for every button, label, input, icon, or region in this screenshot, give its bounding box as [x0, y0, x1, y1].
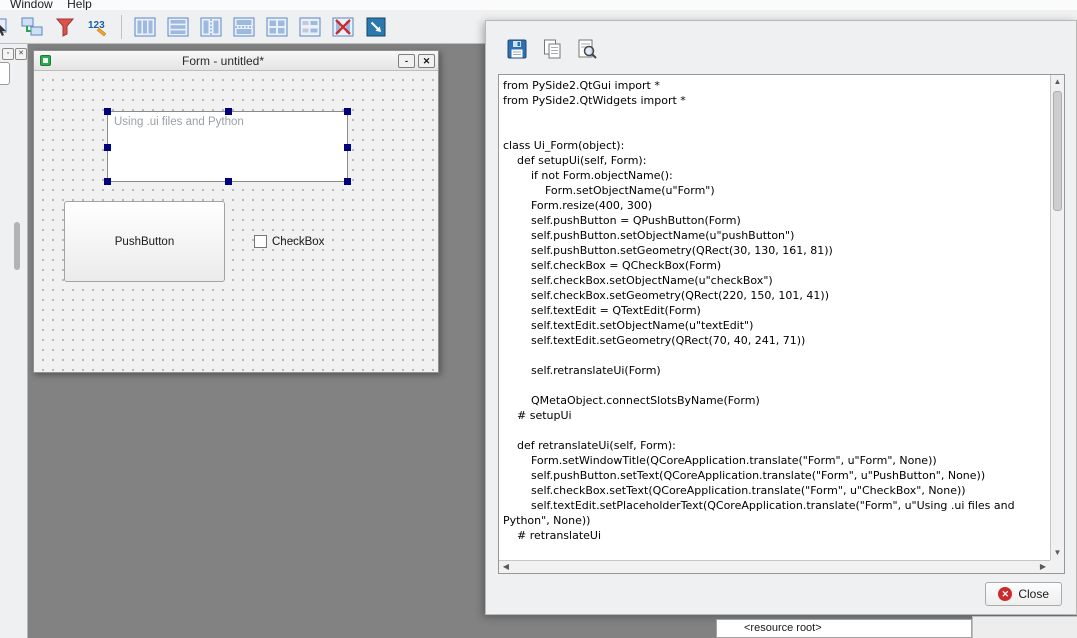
edit-buddies-icon	[53, 15, 77, 39]
python-code-text[interactable]: from PySide2.QtGui import * from PySide2…	[499, 75, 1050, 560]
layout-vertical-button[interactable]	[165, 14, 191, 40]
layout-grid-icon	[265, 15, 289, 39]
layout-grid-button[interactable]	[264, 14, 290, 40]
selection-handle[interactable]	[104, 144, 111, 151]
selection-handle[interactable]	[225, 178, 232, 185]
selection-handle[interactable]	[104, 108, 111, 115]
scroll-up-arrow[interactable]: ▲	[1051, 75, 1064, 89]
layout-horizontal-button[interactable]	[132, 14, 158, 40]
vertical-scrollbar[interactable]: ▲ ▼	[1050, 75, 1064, 560]
find-icon	[575, 37, 599, 61]
pushbutton-widget[interactable]: PushButton	[64, 201, 225, 282]
form-canvas[interactable]: Using .ui files and Python PushButton Ch…	[34, 71, 438, 372]
form-window-title: Form - untitled*	[51, 54, 395, 68]
edit-buddies-button[interactable]	[52, 14, 78, 40]
edit-tab-order-button[interactable]: 123	[85, 14, 111, 40]
selection-handle[interactable]	[104, 178, 111, 185]
selection-handle[interactable]	[344, 144, 351, 151]
layout-horizontal-icon	[133, 15, 157, 39]
form-window-titlebar[interactable]: Form - untitled* - ✕	[34, 51, 438, 71]
selection-handle[interactable]	[225, 108, 232, 115]
horizontal-scrollbar[interactable]: ◀ ▶	[499, 560, 1050, 573]
dock-scrollbar[interactable]	[14, 222, 20, 270]
copy-button[interactable]	[539, 36, 564, 61]
form-window-icon	[40, 55, 51, 66]
edit-widgets-button[interactable]	[0, 14, 12, 40]
save-button[interactable]	[504, 36, 529, 61]
toolbar-separator	[121, 15, 122, 39]
layout-form-icon	[298, 15, 322, 39]
scroll-right-arrow[interactable]: ▶	[1036, 561, 1050, 573]
copy-icon	[540, 37, 564, 61]
break-layout-button[interactable]	[330, 14, 356, 40]
code-viewer[interactable]: from PySide2.QtGui import * from PySide2…	[498, 74, 1065, 574]
resource-root-item[interactable]: <resource root>	[717, 620, 971, 637]
widget-filter-input[interactable]	[0, 62, 10, 85]
textedit-placeholder: Using .ui files and Python	[108, 112, 347, 132]
form-minimize-button[interactable]: -	[398, 54, 415, 68]
close-button[interactable]: ✕ Close	[985, 582, 1062, 606]
checkbox-indicator[interactable]	[254, 235, 267, 248]
find-button[interactable]	[574, 36, 599, 61]
adjust-size-icon	[364, 15, 388, 39]
splitter-horizontal-button[interactable]	[198, 14, 224, 40]
edit-signals-slots-icon	[20, 15, 44, 39]
bottom-dock-panel	[972, 616, 1077, 638]
svg-text:123: 123	[88, 20, 105, 31]
adjust-size-button[interactable]	[363, 14, 389, 40]
code-dialog-toolbar	[504, 36, 599, 61]
designer-form-window: Form - untitled* - ✕ Using .ui files and…	[33, 50, 439, 373]
menu-bar: Window Help	[0, 0, 1077, 10]
close-button-label: Close	[1018, 587, 1049, 601]
save-icon	[505, 37, 529, 61]
scroll-left-arrow[interactable]: ◀	[499, 561, 513, 573]
checkbox-label: CheckBox	[272, 236, 324, 248]
menu-help[interactable]: Help	[67, 0, 92, 10]
widget-box-dock-strip: ▫ ✕	[0, 44, 28, 638]
layout-vertical-icon	[166, 15, 190, 39]
vertical-scrollbar-thumb[interactable]	[1053, 91, 1062, 211]
selection-handle[interactable]	[344, 178, 351, 185]
menu-window[interactable]: Window	[10, 0, 53, 10]
layout-form-button[interactable]	[297, 14, 323, 40]
dock-float-button[interactable]: ▫	[2, 48, 14, 60]
scrollbar-corner	[1050, 560, 1064, 573]
scroll-down-arrow[interactable]: ▼	[1051, 546, 1064, 560]
textedit-widget[interactable]: Using .ui files and Python	[107, 111, 348, 182]
dock-close-button[interactable]: ✕	[15, 48, 27, 60]
splitter-horizontal-icon	[199, 15, 223, 39]
splitter-vertical-button[interactable]	[231, 14, 257, 40]
splitter-vertical-icon	[232, 15, 256, 39]
form-close-button[interactable]: ✕	[418, 54, 435, 68]
edit-widgets-icon	[0, 15, 11, 39]
break-layout-icon	[331, 15, 355, 39]
checkbox-widget[interactable]: CheckBox	[254, 221, 355, 262]
selection-handle[interactable]	[344, 108, 351, 115]
qt-designer-screen: Window Help 123	[0, 0, 1077, 638]
resource-browser: <resource root>	[716, 619, 972, 638]
python-code-dialog: from PySide2.QtGui import * from PySide2…	[485, 20, 1077, 615]
edit-signals-slots-button[interactable]	[19, 14, 45, 40]
edit-tab-order-icon: 123	[86, 15, 110, 39]
close-x-icon: ✕	[998, 587, 1012, 601]
